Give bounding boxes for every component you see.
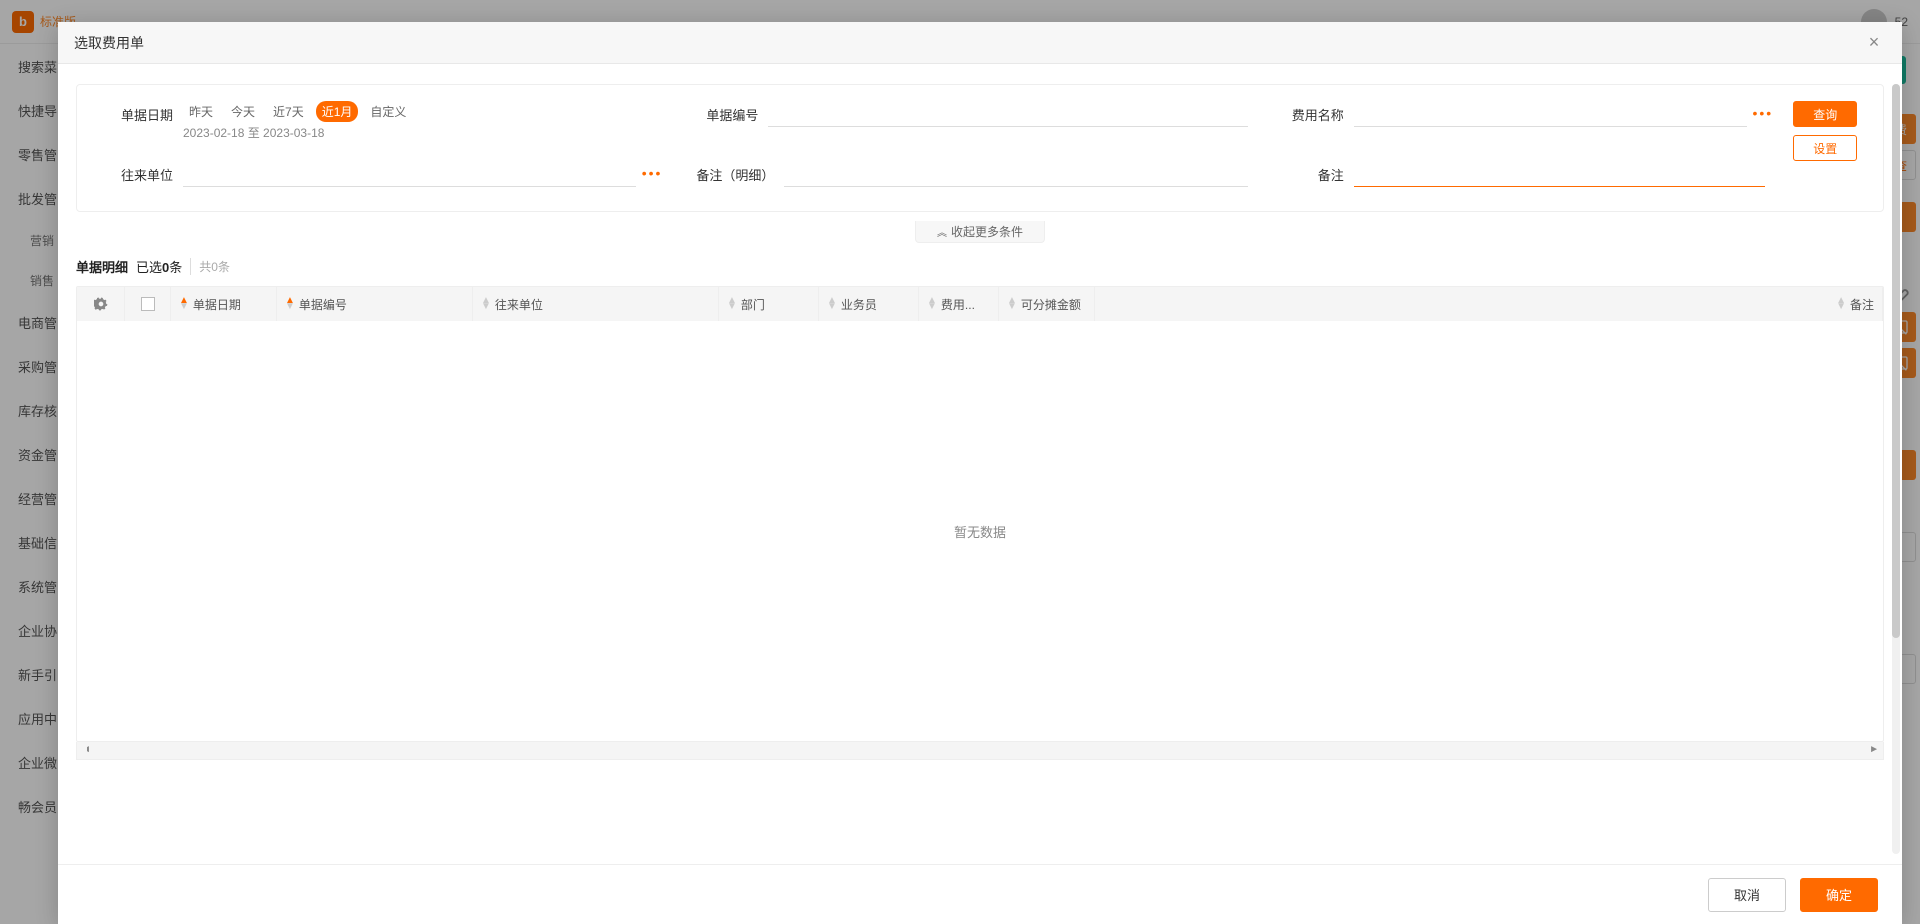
cancel-button[interactable]: 取消 [1708,878,1786,912]
col-party-label: 往来单位 [495,296,543,313]
sort-icon: ▲▼ [727,298,737,310]
chevron-up-icon: ︽ [937,224,947,239]
meta-total: 共0条 [190,258,230,275]
meta-selected: 已选0条 [136,257,182,276]
meta-selected-prefix: 已选 [136,260,162,275]
col-num-label: 单据编号 [299,296,347,313]
collapse-filters-button[interactable]: ︽ 收起更多条件 [915,221,1045,243]
modal-body: 单据日期 昨天 今天 近7天 近1月 自定义 2023-02-18 至 2023… [58,64,1902,864]
party-input[interactable] [183,161,636,187]
col-share-label: 可分摊金额 [1021,296,1081,313]
filter-doc-no-label: 单据编号 [686,101,758,124]
sort-icon: ▲▼ [927,298,937,310]
sort-icon: ▲▼ [827,298,837,310]
filter-panel: 单据日期 昨天 今天 近7天 近1月 自定义 2023-02-18 至 2023… [76,84,1884,212]
fee-name-lookup-icon[interactable]: ••• [1753,101,1774,127]
table-settings-button[interactable] [77,287,125,321]
collapse-label: 收起更多条件 [951,223,1023,240]
filter-fee-name-label: 费用名称 [1272,101,1344,124]
col-date-label: 单据日期 [193,296,241,313]
filter-date-label: 单据日期 [101,101,173,124]
result-table: ▲▼单据日期 ▲▼单据编号 ▲▼往来单位 ▲▼部门 ▲▼业务员 ▲▼费用... … [76,286,1884,742]
filter-remark-detail-label: 备注（明细） [686,161,774,184]
close-glyph: × [1869,32,1880,53]
table-meta: 单据明细 已选0条 共0条 [76,257,1884,276]
sort-icon: ▲▼ [285,298,295,310]
scrollbar-thumb[interactable] [1892,84,1900,638]
col-biz-label: 业务员 [841,296,877,313]
doc-no-input[interactable] [768,101,1247,127]
select-all-checkbox[interactable] [125,287,171,321]
table-empty-text: 暂无数据 [77,321,1883,741]
sort-icon: ▲▼ [481,298,491,310]
meta-tab-label: 单据明细 [76,257,128,276]
col-party[interactable]: ▲▼ 往来单位 [473,287,719,321]
col-share[interactable]: ▲▼ 可分摊金额 [999,287,1095,321]
sort-icon: ▲▼ [1007,298,1017,310]
meta-selected-suffix: 条 [169,260,182,275]
party-lookup-icon[interactable]: ••• [642,161,663,187]
date-chip-7days[interactable]: 近7天 [267,101,310,122]
col-remark-label: 备注 [1850,296,1874,313]
filter-party-label: 往来单位 [101,161,173,184]
modal-title: 选取费用单 [74,33,144,53]
confirm-button[interactable]: 确定 [1800,878,1878,912]
filter-remark: 备注 [1272,161,1857,211]
col-dept[interactable]: ▲▼ 部门 [719,287,819,321]
filter-remark-label: 备注 [1272,161,1344,184]
remark-input[interactable] [1354,161,1765,187]
col-fee-label: 费用... [941,296,975,313]
modal-header: 选取费用单 × [58,22,1902,64]
gear-icon [94,297,108,311]
date-chip-today[interactable]: 今天 [225,101,261,122]
filter-fee-name: 费用名称 ••• 查询 设置 [1272,101,1857,161]
col-biz[interactable]: ▲▼ 业务员 [819,287,919,321]
date-chip-custom[interactable]: 自定义 [364,101,412,122]
date-chip-group: 昨天 今天 近7天 近1月 自定义 [183,101,662,122]
filter-remark-detail: 备注（明细） [686,161,1271,211]
col-fee[interactable]: ▲▼ 费用... [919,287,999,321]
table-header: ▲▼单据日期 ▲▼单据编号 ▲▼往来单位 ▲▼部门 ▲▼业务员 ▲▼费用... … [77,287,1883,321]
select-expense-modal: 选取费用单 × 单据日期 昨天 今天 近7天 近1月 自定义 [58,22,1902,924]
col-remark[interactable]: ▲▼ 备注 [1095,287,1883,321]
filter-doc-no: 单据编号 [686,101,1271,161]
scroll-left-icon[interactable]: ◄ [81,744,91,755]
remark-detail-input[interactable] [784,161,1247,187]
fee-name-input[interactable] [1354,101,1747,127]
col-date[interactable]: ▲▼ 单据日期 [171,287,277,321]
scrollbar-horizontal[interactable]: ◄ ► [76,742,1884,760]
sort-icon: ▲▼ [1836,298,1846,310]
query-button[interactable]: 查询 [1793,101,1857,127]
scroll-right-icon[interactable]: ► [1869,744,1879,755]
close-icon[interactable]: × [1862,31,1886,55]
col-dept-label: 部门 [741,296,765,313]
col-num[interactable]: ▲▼ 单据编号 [277,287,473,321]
date-range-text: 2023-02-18 至 2023-03-18 [183,124,662,141]
scrollbar-vertical[interactable] [1892,84,1900,854]
filter-date: 单据日期 昨天 今天 近7天 近1月 自定义 2023-02-18 至 2023… [101,101,686,161]
date-chip-yesterday[interactable]: 昨天 [183,101,219,122]
filter-party: 往来单位 ••• [101,161,686,211]
modal-footer: 取消 确定 [58,864,1902,924]
sort-icon: ▲▼ [179,298,189,310]
checkbox-icon [141,297,155,311]
date-chip-1month[interactable]: 近1月 [316,101,359,122]
settings-button[interactable]: 设置 [1793,135,1857,161]
